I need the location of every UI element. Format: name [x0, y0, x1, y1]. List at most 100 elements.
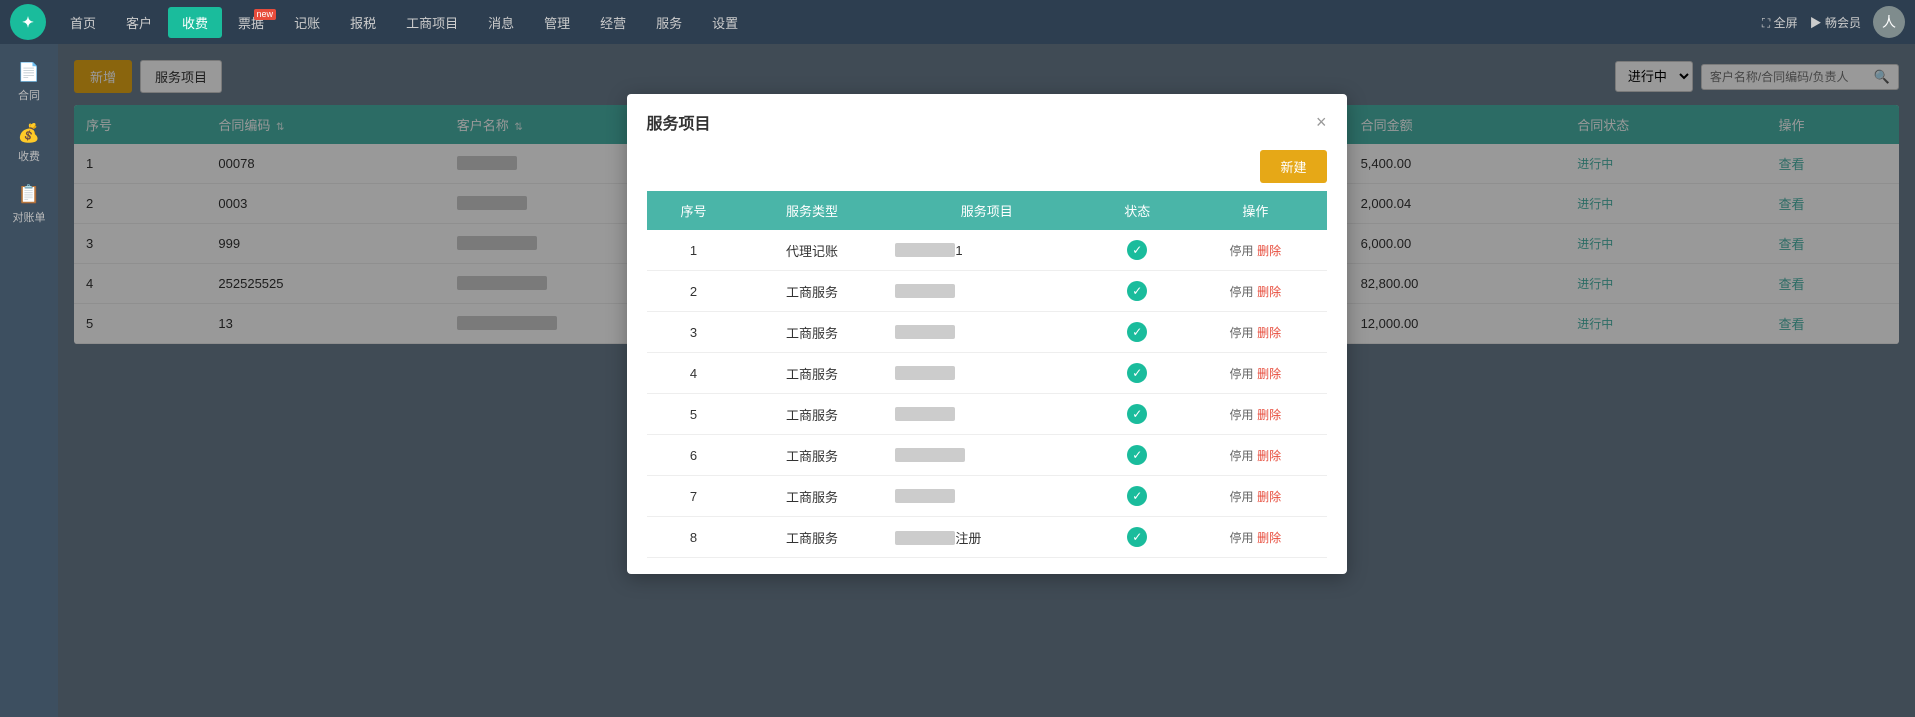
stop-button[interactable]: 停用 [1230, 324, 1254, 341]
modal-body: 序号 服务类型 服务项目 状态 操作 1 代理记账 1 ✓ 停用 删除 [627, 191, 1347, 574]
modal-title: 服务项目 [647, 110, 711, 134]
modal-table-row: 4 工商服务 ✓ 停用 删除 [647, 353, 1327, 394]
nav-message[interactable]: 消息 [474, 7, 528, 38]
nav-customer[interactable]: 客户 [112, 7, 166, 38]
new-badge: new [254, 9, 277, 20]
modal-cell-seq: 6 [647, 435, 741, 476]
nav-service[interactable]: 服务 [642, 7, 696, 38]
modal-cell-seq: 2 [647, 271, 741, 312]
nav-menu: 首页 客户 收费 票据 new 记账 报税 工商项目 消息 管理 经营 服务 设… [56, 7, 1762, 38]
modal-cell-type: 工商服务 [741, 353, 884, 394]
modal-cell-actions: 停用 删除 [1184, 517, 1326, 558]
modal-close-button[interactable]: × [1316, 112, 1327, 133]
reconcile-icon: 📋 [18, 184, 40, 205]
stop-button[interactable]: 停用 [1230, 447, 1254, 464]
top-navigation: ✦ 首页 客户 收费 票据 new 记账 报税 工商项目 消息 管理 经营 服务… [0, 0, 1915, 44]
modal-table-row: 3 工商服务 ✓ 停用 删除 [647, 312, 1327, 353]
modal-cell-actions: 停用 删除 [1184, 435, 1326, 476]
service-items-modal: 服务项目 × 新建 序号 服务类型 服务项目 状态 [627, 94, 1347, 574]
modal-cell-status: ✓ [1090, 517, 1184, 558]
modal-cell-status: ✓ [1090, 271, 1184, 312]
delete-button[interactable]: 删除 [1257, 406, 1281, 423]
avatar[interactable]: 人 [1873, 6, 1905, 38]
status-check-icon: ✓ [1127, 404, 1147, 424]
modal-cell-item [883, 435, 1090, 476]
modal-cell-seq: 8 [647, 517, 741, 558]
modal-table-row: 8 工商服务 注册 ✓ 停用 删除 [647, 517, 1327, 558]
nav-manage[interactable]: 管理 [530, 7, 584, 38]
modal-table-row: 5 工商服务 ✓ 停用 删除 [647, 394, 1327, 435]
modal-table-header: 序号 服务类型 服务项目 状态 操作 [647, 191, 1327, 230]
modal-cell-actions: 停用 删除 [1184, 476, 1326, 517]
delete-button[interactable]: 删除 [1257, 283, 1281, 300]
modal-header: 服务项目 × [627, 94, 1347, 142]
nav-right-area: ⛶ 全屏 ▶ 畅会员 人 [1762, 6, 1905, 38]
sidebar-item-billing[interactable]: 💰 收费 [4, 115, 54, 172]
nav-business[interactable]: 工商项目 [392, 7, 472, 38]
delete-button[interactable]: 删除 [1257, 529, 1281, 546]
status-check-icon: ✓ [1127, 240, 1147, 260]
modal-cell-item [883, 312, 1090, 353]
status-check-icon: ✓ [1127, 445, 1147, 465]
modal-cell-actions: 停用 删除 [1184, 394, 1326, 435]
modal-table-row: 2 工商服务 ✓ 停用 删除 [647, 271, 1327, 312]
modal-cell-type: 工商服务 [741, 394, 884, 435]
modal-cell-seq: 5 [647, 394, 741, 435]
modal-cell-status: ✓ [1090, 435, 1184, 476]
modal-cell-status: ✓ [1090, 312, 1184, 353]
stop-button[interactable]: 停用 [1230, 529, 1254, 546]
modal-col-type: 服务类型 [741, 191, 884, 230]
sidebar-item-contract[interactable]: 📄 合同 [4, 54, 54, 111]
stop-button[interactable]: 停用 [1230, 283, 1254, 300]
member-btn[interactable]: ▶ 畅会员 [1810, 14, 1861, 31]
nav-billing[interactable]: 收费 [168, 7, 222, 38]
delete-button[interactable]: 删除 [1257, 242, 1281, 259]
stop-button[interactable]: 停用 [1230, 488, 1254, 505]
modal-table-row: 6 工商服务 ✓ 停用 删除 [647, 435, 1327, 476]
delete-button[interactable]: 删除 [1257, 365, 1281, 382]
delete-button[interactable]: 删除 [1257, 324, 1281, 341]
stop-button[interactable]: 停用 [1230, 242, 1254, 259]
app-logo: ✦ [10, 4, 46, 40]
modal-table-row: 7 工商服务 ✓ 停用 删除 [647, 476, 1327, 517]
status-check-icon: ✓ [1127, 527, 1147, 547]
nav-bookkeeping[interactable]: 记账 [280, 7, 334, 38]
nav-operation[interactable]: 经营 [586, 7, 640, 38]
nav-tax[interactable]: 报税 [336, 7, 390, 38]
modal-cell-seq: 1 [647, 230, 741, 271]
status-check-icon: ✓ [1127, 322, 1147, 342]
delete-button[interactable]: 删除 [1257, 447, 1281, 464]
modal-col-action: 操作 [1184, 191, 1326, 230]
status-check-icon: ✓ [1127, 281, 1147, 301]
nav-settings[interactable]: 设置 [698, 7, 752, 38]
modal-cell-status: ✓ [1090, 476, 1184, 517]
sidebar-item-reconcile[interactable]: 📋 对账单 [4, 176, 54, 233]
modal-cell-actions: 停用 删除 [1184, 271, 1326, 312]
stop-button[interactable]: 停用 [1230, 406, 1254, 423]
modal-toolbar: 新建 [627, 142, 1347, 191]
modal-col-status: 状态 [1090, 191, 1184, 230]
contract-icon: 📄 [18, 62, 40, 83]
modal-col-seq: 序号 [647, 191, 741, 230]
sidebar: 📄 合同 💰 收费 📋 对账单 [0, 44, 58, 717]
modal-cell-seq: 7 [647, 476, 741, 517]
stop-button[interactable]: 停用 [1230, 365, 1254, 382]
modal-col-item: 服务项目 [883, 191, 1090, 230]
status-check-icon: ✓ [1127, 363, 1147, 383]
nav-home[interactable]: 首页 [56, 7, 110, 38]
modal-cell-type: 代理记账 [741, 230, 884, 271]
main-layout: 📄 合同 💰 收费 📋 对账单 新增 服务项目 进行中 已完成 已取消 [0, 44, 1915, 717]
service-items-table: 序号 服务类型 服务项目 状态 操作 1 代理记账 1 ✓ 停用 删除 [647, 191, 1327, 558]
modal-new-button[interactable]: 新建 [1260, 150, 1326, 183]
fullscreen-btn[interactable]: ⛶ 全屏 [1762, 14, 1798, 31]
modal-cell-item [883, 394, 1090, 435]
modal-cell-status: ✓ [1090, 230, 1184, 271]
modal-cell-type: 工商服务 [741, 271, 884, 312]
modal-cell-item [883, 476, 1090, 517]
modal-cell-seq: 3 [647, 312, 741, 353]
modal-cell-type: 工商服务 [741, 517, 884, 558]
nav-invoice[interactable]: 票据 new [224, 7, 278, 38]
modal-cell-status: ✓ [1090, 394, 1184, 435]
modal-cell-item: 注册 [883, 517, 1090, 558]
delete-button[interactable]: 删除 [1257, 488, 1281, 505]
